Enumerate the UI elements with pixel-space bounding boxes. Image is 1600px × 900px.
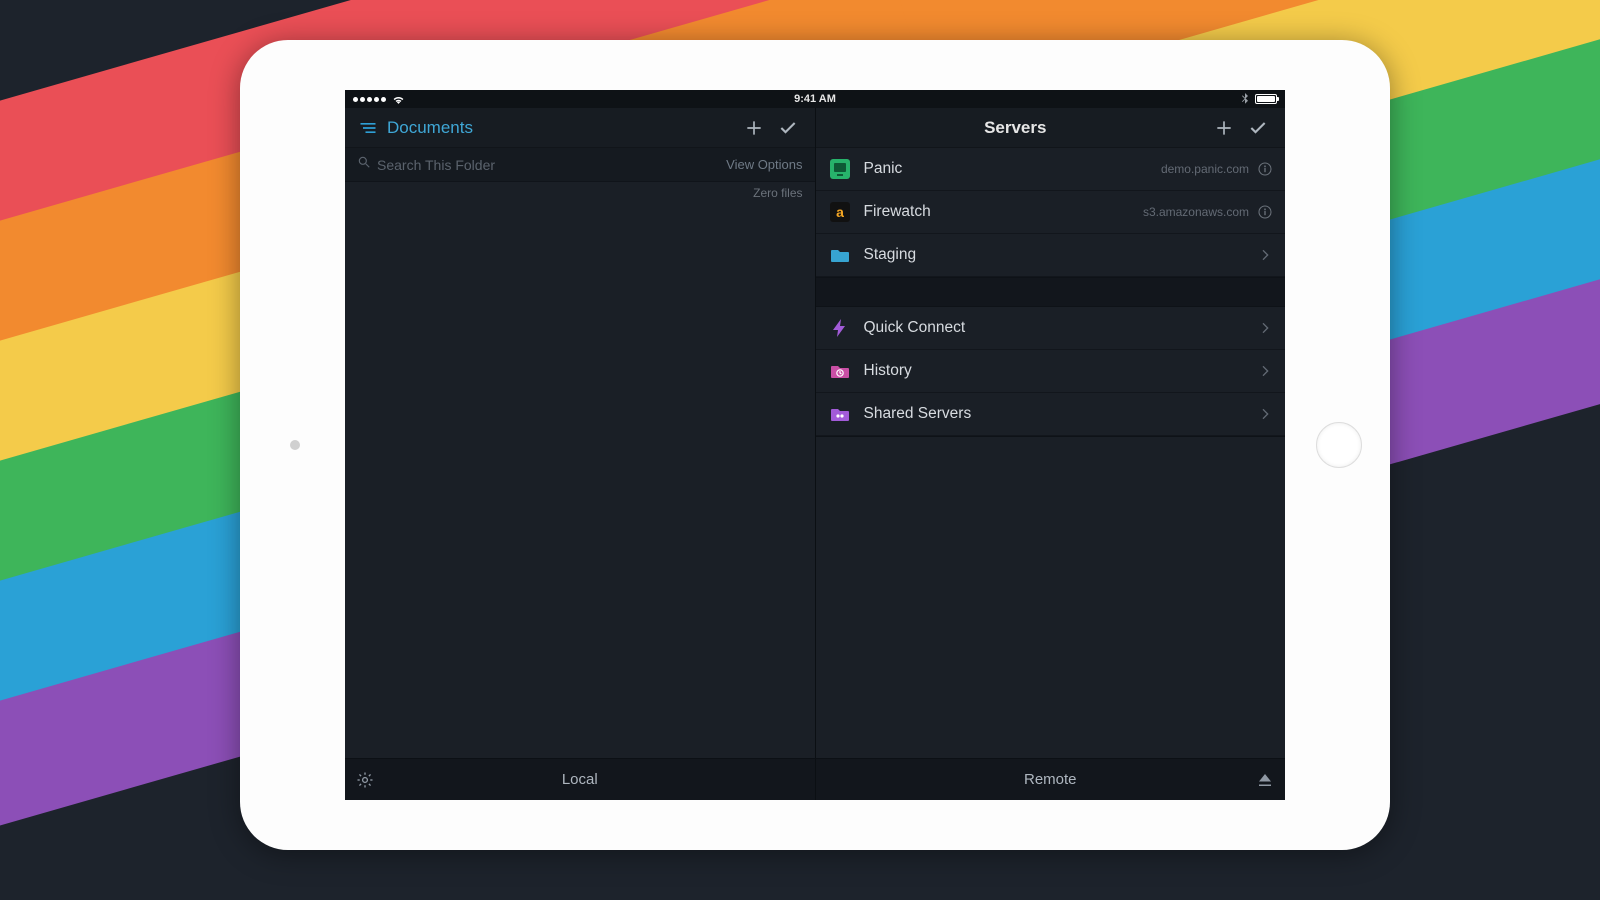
status-time: 9:41 AM [794, 93, 836, 105]
row-label: Quick Connect [864, 319, 1258, 337]
bluetooth-icon [1241, 93, 1249, 105]
bolt-icon [830, 318, 850, 338]
search-icon [357, 155, 371, 174]
server-list: Panic demo.panic.com a Firewatch s3.amaz… [816, 148, 1286, 437]
section-gap [816, 277, 1286, 307]
local-pane: Documents View Options Zero files [345, 108, 816, 758]
server-name: Firewatch [864, 203, 1143, 221]
info-icon[interactable] [1257, 161, 1273, 177]
battery-icon [1255, 94, 1277, 104]
search-input[interactable] [377, 157, 726, 173]
remote-add-button[interactable] [1207, 111, 1241, 145]
view-options-button[interactable]: View Options [726, 157, 802, 172]
app-screen: 9:41 AM Documents [345, 90, 1285, 800]
panic-icon [830, 159, 850, 179]
eject-button[interactable] [1245, 759, 1285, 801]
wifi-icon [392, 94, 405, 104]
server-host: s3.amazonaws.com [1143, 205, 1249, 219]
remote-empty-area [816, 436, 1286, 437]
status-bar: 9:41 AM [345, 90, 1285, 108]
file-count-label: Zero files [345, 182, 815, 206]
remote-pane: Servers Panic [816, 108, 1286, 758]
server-row-panic[interactable]: Panic demo.panic.com [816, 148, 1286, 191]
menu-icon[interactable] [351, 111, 385, 145]
local-tab-label[interactable]: Local [385, 771, 775, 788]
ipad-home-button[interactable] [1316, 422, 1362, 468]
remote-toolbar: Servers [816, 108, 1286, 148]
server-name: Panic [864, 160, 1161, 178]
quick-connect-row[interactable]: Quick Connect [816, 307, 1286, 350]
ipad-frame: 9:41 AM Documents [240, 40, 1390, 850]
local-select-button[interactable] [771, 111, 805, 145]
server-row-staging[interactable]: Staging [816, 234, 1286, 277]
chevron-right-icon [1257, 363, 1273, 379]
signal-strength-icon [353, 97, 386, 102]
remote-title: Servers [984, 118, 1046, 138]
remote-select-button[interactable] [1241, 111, 1275, 145]
svg-text:a: a [836, 204, 844, 220]
bottom-bar: Local Remote [345, 758, 1285, 800]
server-host: demo.panic.com [1161, 162, 1249, 176]
local-file-list [345, 206, 815, 758]
shared-servers-row[interactable]: Shared Servers [816, 393, 1286, 436]
info-icon[interactable] [1257, 204, 1273, 220]
chevron-right-icon [1257, 320, 1273, 336]
server-name: Staging [864, 246, 1258, 264]
local-title[interactable]: Documents [387, 118, 737, 138]
row-label: Shared Servers [864, 405, 1258, 423]
search-row: View Options [345, 148, 815, 182]
remote-tab-label[interactable]: Remote [856, 771, 1246, 788]
shared-folder-icon [830, 404, 850, 424]
amazon-icon: a [830, 202, 850, 222]
ipad-camera [290, 440, 300, 450]
row-label: History [864, 362, 1258, 380]
history-row[interactable]: History [816, 350, 1286, 393]
chevron-right-icon [1257, 247, 1273, 263]
server-row-firewatch[interactable]: a Firewatch s3.amazonaws.com [816, 191, 1286, 234]
local-add-button[interactable] [737, 111, 771, 145]
folder-icon [830, 245, 850, 265]
local-toolbar: Documents [345, 108, 815, 148]
chevron-right-icon [1257, 406, 1273, 422]
settings-button[interactable] [345, 759, 385, 801]
history-folder-icon [830, 361, 850, 381]
